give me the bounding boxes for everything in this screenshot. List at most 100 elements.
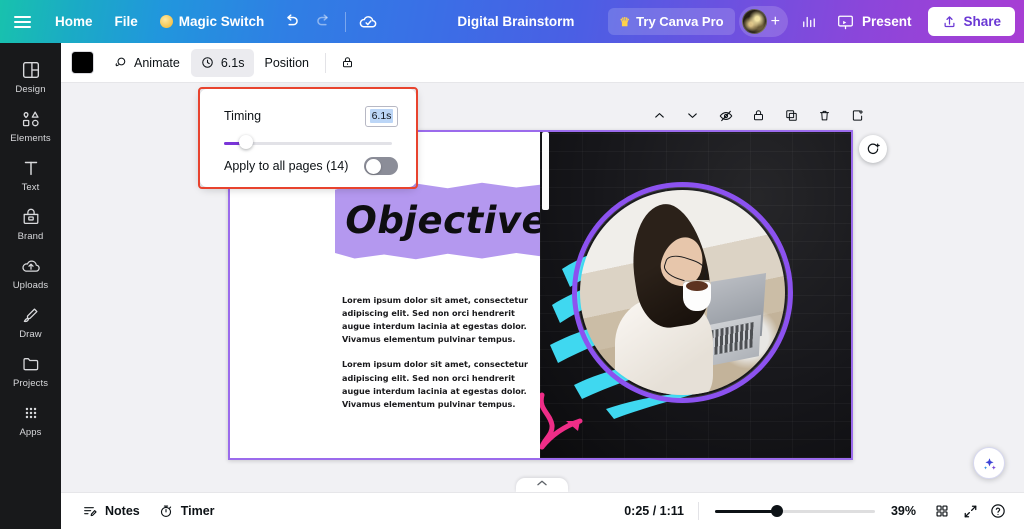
sidebar-item-brand[interactable]: Brand bbox=[2, 199, 59, 247]
zoom-slider-thumb[interactable] bbox=[771, 505, 784, 517]
position-label: Position bbox=[264, 55, 309, 70]
timing-duration-value: 6.1s bbox=[369, 109, 394, 123]
position-button[interactable]: Position bbox=[256, 49, 318, 77]
nav-magic-switch-label: Magic Switch bbox=[178, 14, 265, 29]
timing-slider-thumb[interactable] bbox=[238, 135, 253, 149]
sidebar-item-uploads[interactable]: Uploads bbox=[2, 248, 59, 296]
magic-studio-icon[interactable] bbox=[973, 447, 1005, 479]
nav-file-label: File bbox=[114, 14, 138, 29]
present-label: Present bbox=[861, 14, 912, 29]
apply-all-label: Apply to all pages (14) bbox=[224, 159, 349, 173]
animate-label: Animate bbox=[134, 55, 180, 70]
add-collaborator-label: + bbox=[770, 12, 780, 30]
elements-icon bbox=[22, 111, 39, 127]
try-canva-pro-label: Try Canva Pro bbox=[636, 14, 724, 29]
present-button[interactable]: Present bbox=[825, 6, 923, 37]
zoom-slider[interactable] bbox=[714, 504, 875, 518]
collaborators-add[interactable]: + bbox=[738, 6, 788, 37]
magic-switch-icon bbox=[159, 15, 173, 28]
add-page-icon[interactable] bbox=[845, 103, 870, 128]
sidebar-item-design[interactable]: Design bbox=[2, 52, 59, 100]
nav-home[interactable]: Home bbox=[44, 8, 104, 35]
apply-all-toggle[interactable] bbox=[364, 157, 398, 175]
move-up-icon[interactable] bbox=[647, 103, 672, 128]
nav-home-label: Home bbox=[55, 14, 93, 29]
toolbar-divider bbox=[345, 11, 347, 32]
photo-circle-ring bbox=[572, 182, 793, 403]
lock-button[interactable] bbox=[333, 49, 362, 77]
design-icon bbox=[22, 61, 39, 79]
move-down-icon[interactable] bbox=[680, 103, 705, 128]
nav-magic-switch[interactable]: Magic Switch bbox=[149, 8, 276, 35]
sidebar-item-elements[interactable]: Elements bbox=[2, 101, 59, 149]
share-button[interactable]: Share bbox=[928, 7, 1015, 36]
text-icon bbox=[24, 161, 37, 176]
paragraph-1: Lorem ipsum dolor sit amet, consectetur … bbox=[342, 295, 528, 345]
notes-label: Notes bbox=[105, 504, 140, 518]
element-toolbar: Animate 6.1s Position bbox=[61, 43, 1024, 83]
help-icon[interactable] bbox=[984, 497, 1012, 525]
timer-label: Timer bbox=[180, 504, 215, 518]
duration-label: 6.1s bbox=[220, 55, 245, 70]
timing-slider[interactable] bbox=[224, 135, 392, 150]
color-swatch-button[interactable] bbox=[71, 51, 94, 74]
sidebar-item-projects[interactable]: Projects bbox=[2, 346, 59, 394]
avatar bbox=[741, 9, 767, 34]
clock-icon bbox=[202, 57, 213, 68]
white-accent-bar bbox=[542, 132, 549, 210]
sidebar-item-apps[interactable]: Apps bbox=[2, 395, 59, 443]
collapse-panel-chevron-icon[interactable] bbox=[516, 478, 568, 492]
bottom-status-bar: Notes Timer 0:25 / 1:11 39% bbox=[61, 492, 1024, 529]
lock-icon bbox=[342, 57, 352, 68]
top-navigation-bar: Home File Magic Switch Digital Brainstor… bbox=[0, 0, 1024, 43]
zoom-slider-fill bbox=[714, 510, 778, 513]
lock-page-icon[interactable] bbox=[746, 103, 771, 128]
duration-button[interactable]: 6.1s bbox=[190, 48, 254, 77]
document-title[interactable]: Digital Brainstorm bbox=[447, 8, 584, 35]
timing-label: Timing bbox=[224, 109, 262, 123]
timer-button[interactable]: Timer bbox=[149, 498, 224, 525]
sidebar-item-draw[interactable]: Draw bbox=[2, 297, 59, 345]
delete-page-icon[interactable] bbox=[812, 103, 837, 128]
menu-icon[interactable] bbox=[0, 0, 44, 43]
timing-duration-input[interactable]: 6.1s bbox=[365, 105, 398, 127]
fullscreen-icon[interactable] bbox=[956, 497, 984, 525]
playback-time: 0:25 / 1:11 bbox=[624, 504, 684, 518]
page-floating-toolbar bbox=[647, 103, 870, 128]
nav-file[interactable]: File bbox=[104, 8, 149, 35]
try-canva-pro-button[interactable]: ♛ Try Canva Pro bbox=[608, 8, 735, 35]
cloud-saved-icon[interactable] bbox=[353, 7, 383, 37]
animate-icon bbox=[115, 57, 126, 67]
canva-editor-window: Home File Magic Switch Digital Brainstor… bbox=[0, 0, 1024, 529]
sidebar-item-uploads-label: Uploads bbox=[12, 280, 49, 291]
redo-icon[interactable] bbox=[308, 7, 338, 37]
page-grid-icon[interactable] bbox=[928, 497, 956, 525]
sidebar-item-draw-label: Draw bbox=[19, 329, 42, 340]
hide-eye-icon[interactable] bbox=[713, 103, 738, 128]
draw-icon bbox=[23, 308, 38, 323]
duplicate-page-icon[interactable] bbox=[779, 103, 804, 128]
toolbar-divider bbox=[324, 52, 326, 73]
insights-icon[interactable] bbox=[794, 7, 824, 37]
notes-button[interactable]: Notes bbox=[73, 498, 149, 525]
rotate-handle-icon[interactable] bbox=[859, 135, 887, 163]
share-label: Share bbox=[963, 14, 1001, 29]
apps-icon bbox=[25, 407, 36, 419]
timing-popup: Timing 6.1s Apply to all pages (14) bbox=[200, 89, 416, 187]
sidebar-item-projects-label: Projects bbox=[12, 378, 49, 389]
paragraph-2: Lorem ipsum dolor sit amet, consectetur … bbox=[342, 359, 528, 409]
apply-all-row: Apply to all pages (14) bbox=[200, 151, 416, 181]
bottombar-divider bbox=[697, 502, 699, 520]
sidebar-item-elements-label: Elements bbox=[10, 133, 51, 144]
sidebar-item-text-label: Text bbox=[21, 182, 40, 193]
zoom-value[interactable]: 39% bbox=[891, 504, 916, 518]
sidebar-item-text[interactable]: Text bbox=[2, 150, 59, 198]
body-copy[interactable]: Lorem ipsum dolor sit amet, consectetur … bbox=[342, 294, 544, 411]
page-right-panel bbox=[540, 132, 851, 458]
projects-icon bbox=[22, 358, 38, 371]
undo-icon[interactable] bbox=[276, 7, 306, 37]
animate-button[interactable]: Animate bbox=[104, 49, 189, 77]
crown-icon: ♛ bbox=[619, 14, 631, 29]
sidebar-item-design-label: Design bbox=[15, 84, 46, 95]
uploads-icon bbox=[21, 260, 40, 272]
